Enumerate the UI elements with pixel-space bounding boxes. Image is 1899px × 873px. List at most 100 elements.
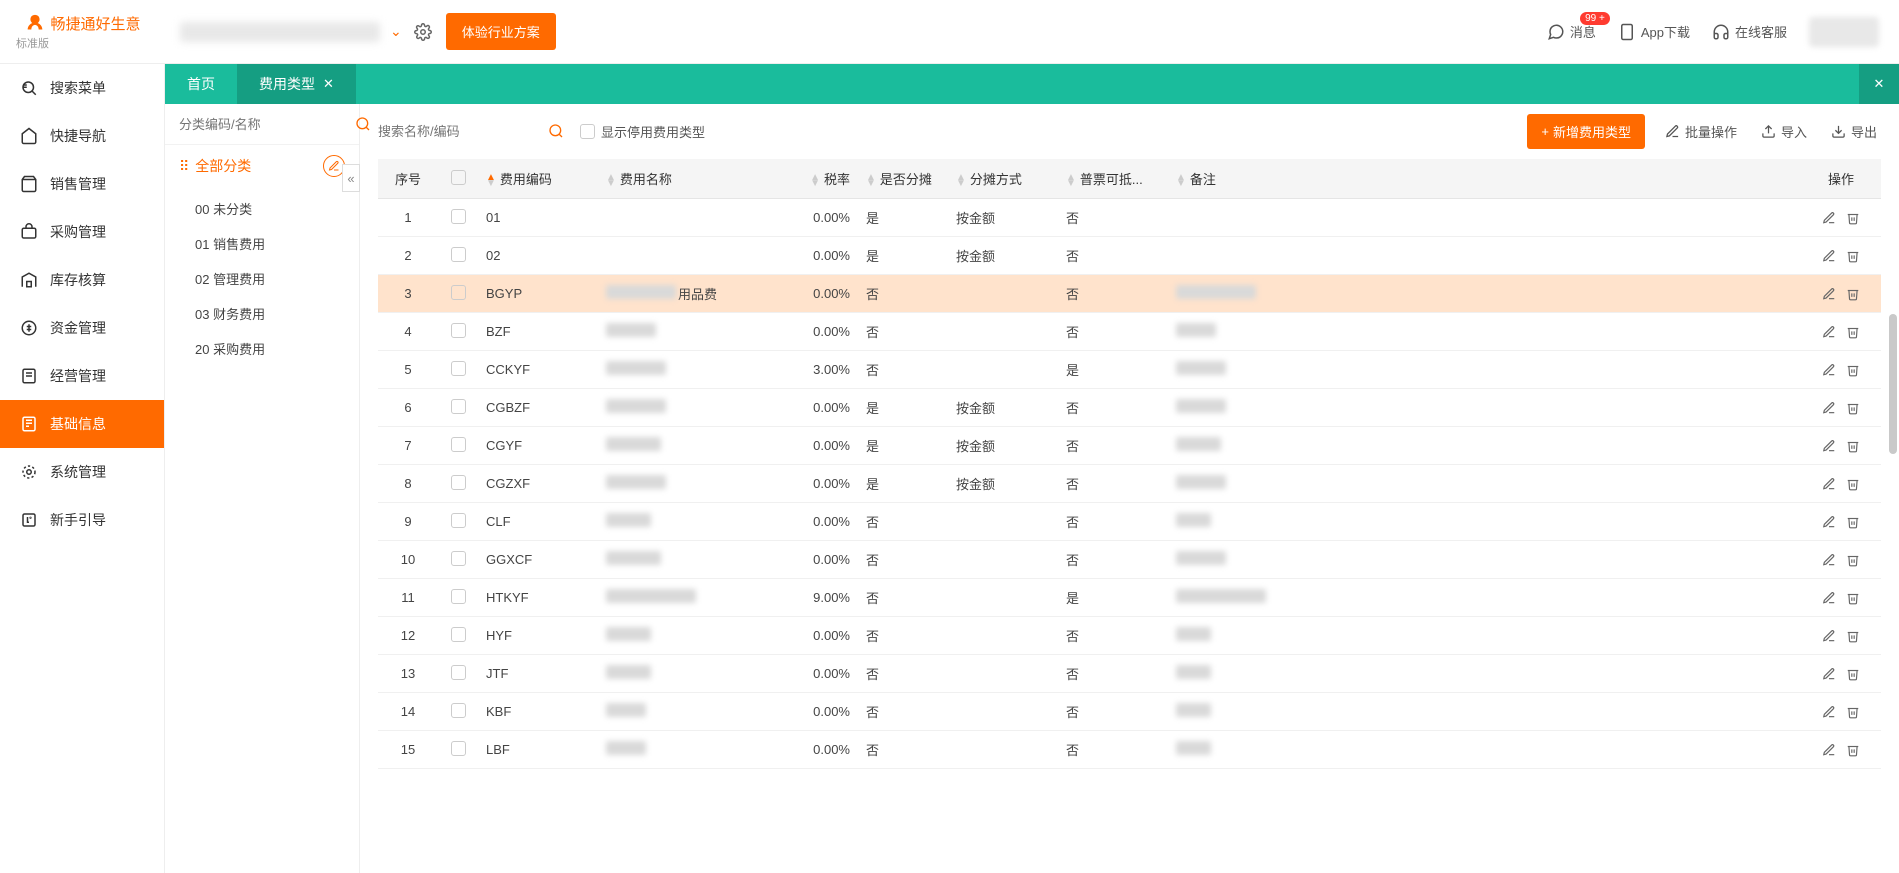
row-edit-button[interactable] xyxy=(1822,743,1836,757)
add-expense-type-button[interactable]: + 新增费用类型 xyxy=(1527,114,1645,149)
table-row[interactable]: 9CLF0.00%否否 xyxy=(378,503,1881,541)
row-delete-button[interactable] xyxy=(1846,477,1860,491)
show-disabled-checkbox[interactable]: 显示停用费用类型 xyxy=(580,122,705,141)
row-edit-button[interactable] xyxy=(1822,401,1836,415)
sidebar-item-cart[interactable]: 销售管理 xyxy=(0,160,164,208)
table-row[interactable]: 14KBF0.00%否否 xyxy=(378,693,1881,731)
th-index[interactable]: 序号 xyxy=(378,159,438,199)
cell-checkbox[interactable] xyxy=(438,503,478,541)
org-selector[interactable]: ⌄ xyxy=(180,22,402,42)
row-edit-button[interactable] xyxy=(1822,477,1836,491)
table-wrapper[interactable]: 序号 ▲▼费用编码 ▲▼费用名称 ▲▼税率 ▲▼是否分摊 ▲▼分摊方式 ▲▼普票… xyxy=(360,159,1899,873)
table-row[interactable]: 8CGZXF0.00%是按金额否 xyxy=(378,465,1881,503)
sidebar-item-warehouse[interactable]: 库存核算 xyxy=(0,256,164,304)
row-edit-button[interactable] xyxy=(1822,705,1836,719)
th-checkbox[interactable] xyxy=(438,159,478,199)
category-all[interactable]: ⠿ 全部分类 xyxy=(165,145,359,187)
row-delete-button[interactable] xyxy=(1846,515,1860,529)
cell-checkbox[interactable] xyxy=(438,351,478,389)
user-avatar[interactable] xyxy=(1809,17,1879,47)
row-delete-button[interactable] xyxy=(1846,287,1860,301)
table-row[interactable]: 12HYF0.00%否否 xyxy=(378,617,1881,655)
tabs-close-all[interactable]: ✕ xyxy=(1859,64,1899,104)
cell-checkbox[interactable] xyxy=(438,313,478,351)
row-delete-button[interactable] xyxy=(1846,401,1860,415)
row-delete-button[interactable] xyxy=(1846,705,1860,719)
table-row[interactable]: 13JTF0.00%否否 xyxy=(378,655,1881,693)
cell-checkbox[interactable] xyxy=(438,199,478,237)
cell-checkbox[interactable] xyxy=(438,465,478,503)
sidebar-item-guide[interactable]: 新手引导 xyxy=(0,496,164,544)
scrollbar-thumb[interactable] xyxy=(1889,314,1897,454)
row-edit-button[interactable] xyxy=(1822,439,1836,453)
tab-close-icon[interactable]: ✕ xyxy=(323,76,334,92)
import-button[interactable]: 导入 xyxy=(1757,116,1811,147)
table-row[interactable]: 11HTKYF9.00%否是 xyxy=(378,579,1881,617)
table-row[interactable]: 6CGBZF0.00%是按金额否 xyxy=(378,389,1881,427)
category-item[interactable]: 00 未分类 xyxy=(165,191,359,226)
sidebar-item-search[interactable]: 搜索菜单 xyxy=(0,64,164,112)
row-edit-button[interactable] xyxy=(1822,363,1836,377)
batch-operation-button[interactable]: 批量操作 xyxy=(1661,116,1741,147)
sidebar-item-db[interactable]: 基础信息 xyxy=(0,400,164,448)
category-item[interactable]: 01 销售费用 xyxy=(165,226,359,261)
th-deduct[interactable]: ▲▼普票可抵... xyxy=(1058,159,1168,199)
row-delete-button[interactable] xyxy=(1846,629,1860,643)
cell-checkbox[interactable] xyxy=(438,655,478,693)
sidebar-item-report[interactable]: 经营管理 xyxy=(0,352,164,400)
messages-link[interactable]: 消息 99 + xyxy=(1547,22,1596,41)
settings-button[interactable] xyxy=(414,23,432,41)
cell-checkbox[interactable] xyxy=(438,579,478,617)
collapse-panel-button[interactable]: « xyxy=(342,164,360,192)
sidebar-item-bag[interactable]: 采购管理 xyxy=(0,208,164,256)
export-button[interactable]: 导出 xyxy=(1827,116,1881,147)
row-delete-button[interactable] xyxy=(1846,439,1860,453)
table-row[interactable]: 10GGXCF0.00%否否 xyxy=(378,541,1881,579)
category-search-input[interactable] xyxy=(179,117,355,132)
category-item[interactable]: 02 管理费用 xyxy=(165,261,359,296)
table-row[interactable]: 7CGYF0.00%是按金额否 xyxy=(378,427,1881,465)
row-edit-button[interactable] xyxy=(1822,667,1836,681)
table-search-input[interactable] xyxy=(378,124,548,139)
row-edit-button[interactable] xyxy=(1822,591,1836,605)
th-name[interactable]: ▲▼费用名称 xyxy=(598,159,778,199)
row-edit-button[interactable] xyxy=(1822,515,1836,529)
experience-button[interactable]: 体验行业方案 xyxy=(446,13,556,50)
tab-1[interactable]: 费用类型✕ xyxy=(237,64,356,104)
row-delete-button[interactable] xyxy=(1846,325,1860,339)
table-row[interactable]: 1010.00%是按金额否 xyxy=(378,199,1881,237)
sidebar-item-home[interactable]: 快捷导航 xyxy=(0,112,164,160)
app-download-link[interactable]: App下载 xyxy=(1618,22,1690,41)
row-edit-button[interactable] xyxy=(1822,249,1836,263)
cell-checkbox[interactable] xyxy=(438,541,478,579)
cell-checkbox[interactable] xyxy=(438,693,478,731)
th-code[interactable]: ▲▼费用编码 xyxy=(478,159,598,199)
th-share[interactable]: ▲▼是否分摊 xyxy=(858,159,948,199)
row-delete-button[interactable] xyxy=(1846,249,1860,263)
cell-checkbox[interactable] xyxy=(438,237,478,275)
th-remark[interactable]: ▲▼备注 xyxy=(1168,159,1801,199)
row-edit-button[interactable] xyxy=(1822,553,1836,567)
category-item[interactable]: 03 财务费用 xyxy=(165,296,359,331)
th-rate[interactable]: ▲▼税率 xyxy=(778,159,858,199)
row-edit-button[interactable] xyxy=(1822,325,1836,339)
table-row[interactable]: 3BGYP用品费0.00%否否 xyxy=(378,275,1881,313)
table-row[interactable]: 5CCKYF3.00%否是 xyxy=(378,351,1881,389)
table-row[interactable]: 15LBF0.00%否否 xyxy=(378,731,1881,769)
row-delete-button[interactable] xyxy=(1846,553,1860,567)
table-row[interactable]: 4BZF0.00%否否 xyxy=(378,313,1881,351)
row-edit-button[interactable] xyxy=(1822,211,1836,225)
cell-checkbox[interactable] xyxy=(438,275,478,313)
cell-checkbox[interactable] xyxy=(438,731,478,769)
search-icon[interactable] xyxy=(548,123,564,139)
category-item[interactable]: 20 采购费用 xyxy=(165,331,359,366)
cell-checkbox[interactable] xyxy=(438,427,478,465)
row-edit-button[interactable] xyxy=(1822,629,1836,643)
row-delete-button[interactable] xyxy=(1846,667,1860,681)
th-method[interactable]: ▲▼分摊方式 xyxy=(948,159,1058,199)
tab-0[interactable]: 首页 xyxy=(165,64,237,104)
online-service-link[interactable]: 在线客服 xyxy=(1712,22,1787,41)
row-delete-button[interactable] xyxy=(1846,211,1860,225)
sidebar-item-money[interactable]: 资金管理 xyxy=(0,304,164,352)
row-delete-button[interactable] xyxy=(1846,743,1860,757)
